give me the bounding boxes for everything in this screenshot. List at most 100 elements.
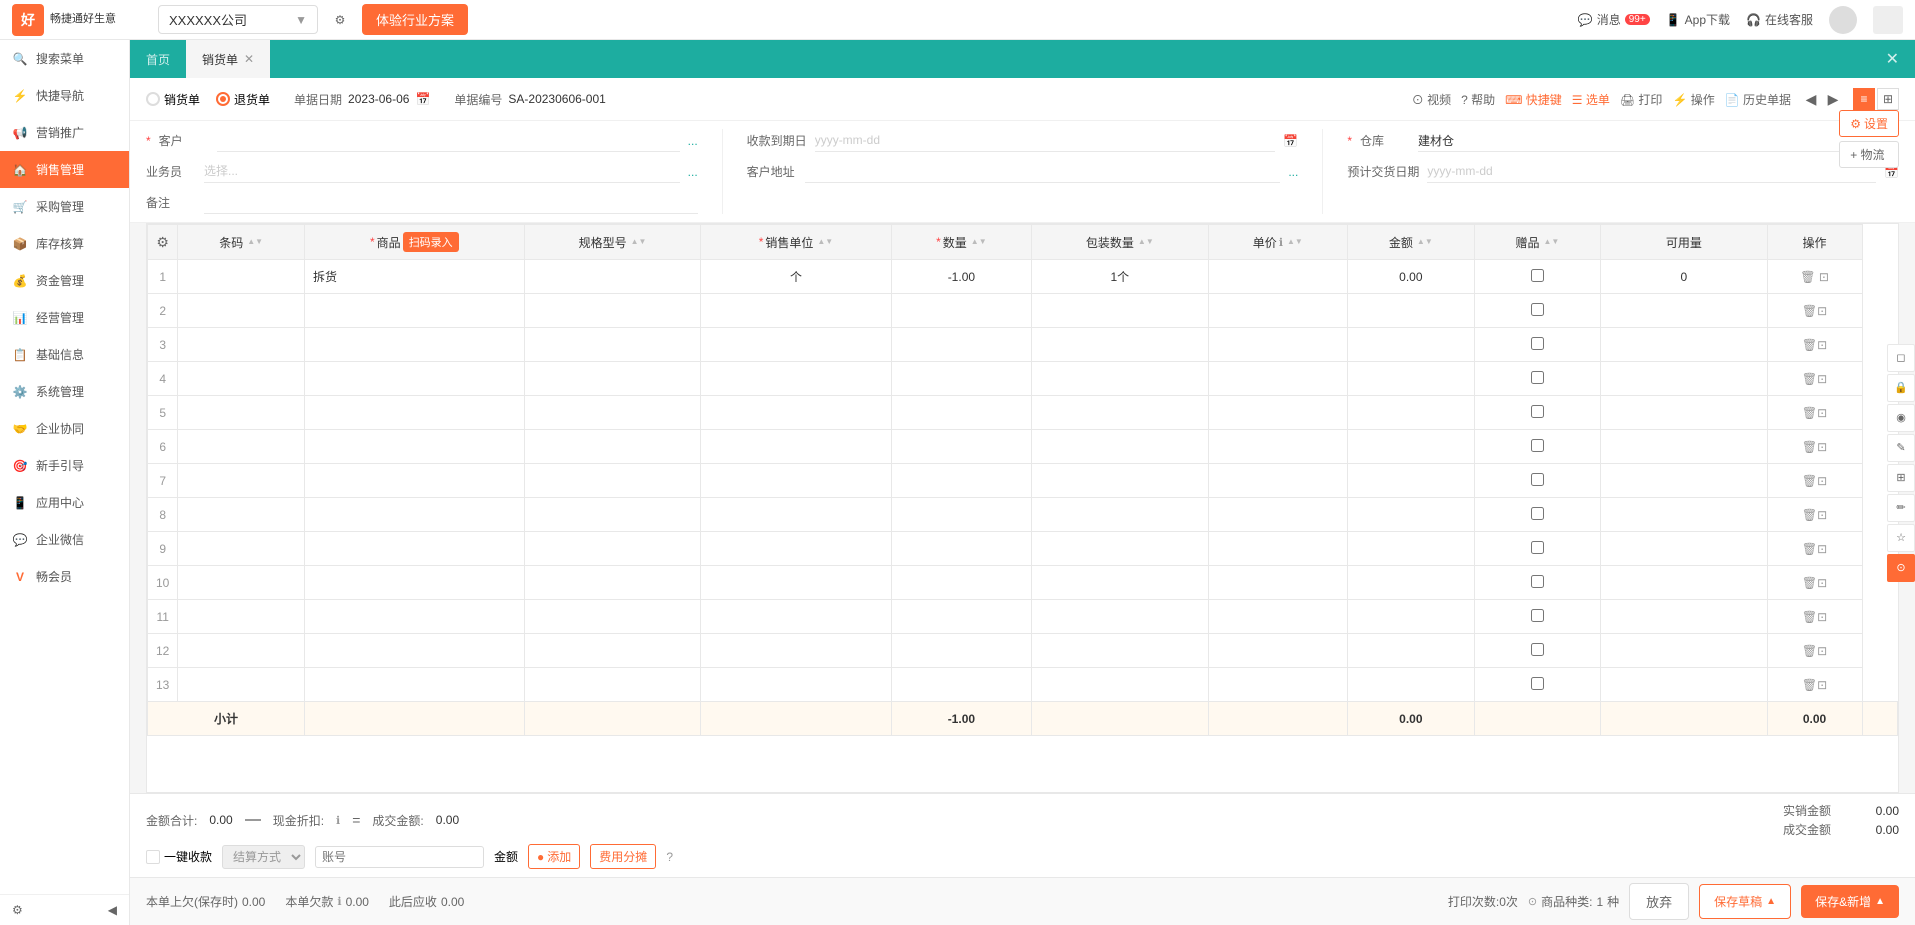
copy-icon-8[interactable]: ⊡ [1817,508,1827,522]
sidebar-item-operations[interactable]: 📊 经营管理 [0,299,129,336]
grid-view-btn[interactable]: ⊞ [1877,88,1899,110]
delete-icon-4[interactable]: 🗑 [1802,372,1817,386]
sidebar-item-cooperation[interactable]: 🤝 企业协同 [0,410,129,447]
experience-btn[interactable]: 体验行业方案 [362,4,468,35]
one-click-payment-checkbox[interactable] [146,850,160,864]
row-spec-1[interactable] [524,260,701,294]
sidebar-item-marketing[interactable]: 📢 营销推广 [0,114,129,151]
delete-icon-2[interactable]: 🗑 [1802,304,1817,318]
delete-icon-12[interactable]: 🗑 [1802,644,1817,658]
copy-icon-4[interactable]: ⊡ [1817,372,1827,386]
delete-icon-5[interactable]: 🗑 [1802,406,1817,420]
row-gift-1[interactable] [1474,260,1601,294]
company-selector[interactable]: XXXXXX公司 ▼ [158,5,318,34]
gift-checkbox-13[interactable] [1531,677,1544,690]
gift-checkbox-12[interactable] [1531,643,1544,656]
copy-icon-2[interactable]: ⊡ [1817,304,1827,318]
radio-sales[interactable]: 销货单 [146,91,200,108]
product-type-radio[interactable]: ⊙ [1528,895,1537,908]
logistics-btn[interactable]: + 物流 [1839,141,1899,168]
sidebar-item-vip[interactable]: V 畅会员 [0,558,129,595]
row-unit-1[interactable]: 个 [701,260,891,294]
delete-icon-10[interactable]: 🗑 [1802,576,1817,590]
delete-icon-13[interactable]: 🗑 [1802,678,1817,692]
row-price-1[interactable] [1208,260,1347,294]
payment-date-calendar-icon[interactable]: 📅 [1283,134,1298,148]
gift-checkbox-10[interactable] [1531,575,1544,588]
sidebar-item-purchase[interactable]: 🛒 采购管理 [0,188,129,225]
this-order-short-info-icon[interactable]: ℹ [337,895,341,908]
address-more-btn[interactable]: ... [1288,165,1298,179]
delete-icon-11[interactable]: 🗑 [1802,610,1817,624]
delete-icon-6[interactable]: 🗑 [1802,440,1817,454]
message-btn[interactable]: 💬 消息 99+ [1578,11,1650,28]
expected-delivery-input[interactable] [1427,160,1876,183]
copy-icon-11[interactable]: ⊡ [1817,610,1827,624]
scan-btn[interactable]: 扫码录入 [403,232,459,252]
sidebar-item-search[interactable]: 🔍 搜索菜单 [0,40,129,77]
radio-return[interactable]: 退货单 [216,91,270,108]
sidebar-item-funds[interactable]: 💰 资金管理 [0,262,129,299]
side-action-2[interactable]: 🔒 [1887,374,1915,402]
settings-icon-btn[interactable]: ⚙ [326,6,354,34]
side-action-1[interactable]: ◻ [1887,344,1915,372]
gift-checkbox-6[interactable] [1531,439,1544,452]
row-pack-qty-1[interactable]: 1个 [1032,260,1209,294]
copy-icon-13[interactable]: ⊡ [1817,678,1827,692]
one-click-payment[interactable]: 一键收款 [146,848,212,865]
sidebar-item-guide[interactable]: 🎯 新手引导 [0,447,129,484]
cash-discount-info-icon[interactable]: ℹ [336,814,340,827]
save-draft-btn[interactable]: 保存草稿 ▲ [1699,884,1791,919]
gift-checkbox-4[interactable] [1531,371,1544,384]
date-calendar-icon[interactable]: 📅 [415,92,430,106]
app-download-btn[interactable]: 📱 App下载 [1666,11,1730,28]
gift-checkbox-3[interactable] [1531,337,1544,350]
tab-sales-order[interactable]: 销货单 ✕ [186,40,270,78]
delete-icon-9[interactable]: 🗑 [1802,542,1817,556]
gift-checkbox-11[interactable] [1531,609,1544,622]
customer-more-btn[interactable]: ... [688,134,698,148]
select-link[interactable]: ☰ 选单 [1572,91,1610,108]
delete-icon-7[interactable]: 🗑 [1802,474,1817,488]
row-amount-1[interactable]: 0.00 [1348,260,1475,294]
delete-icon-8[interactable]: 🗑 [1802,508,1817,522]
user-menu[interactable] [1873,6,1903,34]
help-link[interactable]: ? 帮助 [1461,91,1495,108]
discard-btn[interactable]: 放弃 [1629,883,1689,920]
price-info-icon[interactable]: ℹ [1279,236,1283,249]
expense-help-icon[interactable]: ? [666,850,673,864]
side-action-7[interactable]: ☆ [1887,524,1915,552]
sidebar-item-quick-nav[interactable]: ⚡ 快捷导航 [0,77,129,114]
gift-checkbox-2[interactable] [1531,303,1544,316]
copy-icon-6[interactable]: ⊡ [1817,440,1827,454]
gift-checkbox-9[interactable] [1531,541,1544,554]
side-action-4[interactable]: ✎ [1887,434,1915,462]
row-product-1[interactable]: 拆货 [304,260,524,294]
copy-icon-9[interactable]: ⊡ [1817,542,1827,556]
copy-icon-5[interactable]: ⊡ [1817,406,1827,420]
copy-icon-3[interactable]: ⊡ [1817,338,1827,352]
sidebar-item-app-center[interactable]: 📱 应用中心 [0,484,129,521]
sidebar-bottom-arrow[interactable]: ◀ [108,903,117,917]
settlement-method-select[interactable]: 结算方式 [222,845,305,869]
prev-arrow[interactable]: ◀ [1801,89,1821,109]
salesperson-input[interactable] [204,160,680,183]
shortcut-link[interactable]: ⌨ 快捷键 [1505,91,1562,108]
side-action-8[interactable]: ⊙ [1887,554,1915,582]
copy-icon-1[interactable]: ⊡ [1819,270,1829,284]
sidebar-item-basic-info[interactable]: 📋 基础信息 [0,336,129,373]
gift-checkbox-1[interactable] [1531,269,1544,282]
sidebar-item-inventory[interactable]: 📦 库存核算 [0,225,129,262]
row-qty-1[interactable]: -1.00 [891,260,1031,294]
remarks-input[interactable] [204,191,698,214]
customer-input[interactable] [217,129,680,152]
settings-btn[interactable]: ⚙ 设置 [1839,110,1899,137]
row-barcode-1[interactable] [178,260,305,294]
gift-checkbox-5[interactable] [1531,405,1544,418]
account-no-input[interactable] [315,846,484,868]
sidebar-item-enterprise-wechat[interactable]: 💬 企业微信 [0,521,129,558]
add-btn[interactable]: ● 添加 [528,844,580,869]
next-arrow[interactable]: ▶ [1823,89,1843,109]
print-link[interactable]: 🖨 打印 [1620,91,1663,108]
delete-icon-3[interactable]: 🗑 [1802,338,1817,352]
